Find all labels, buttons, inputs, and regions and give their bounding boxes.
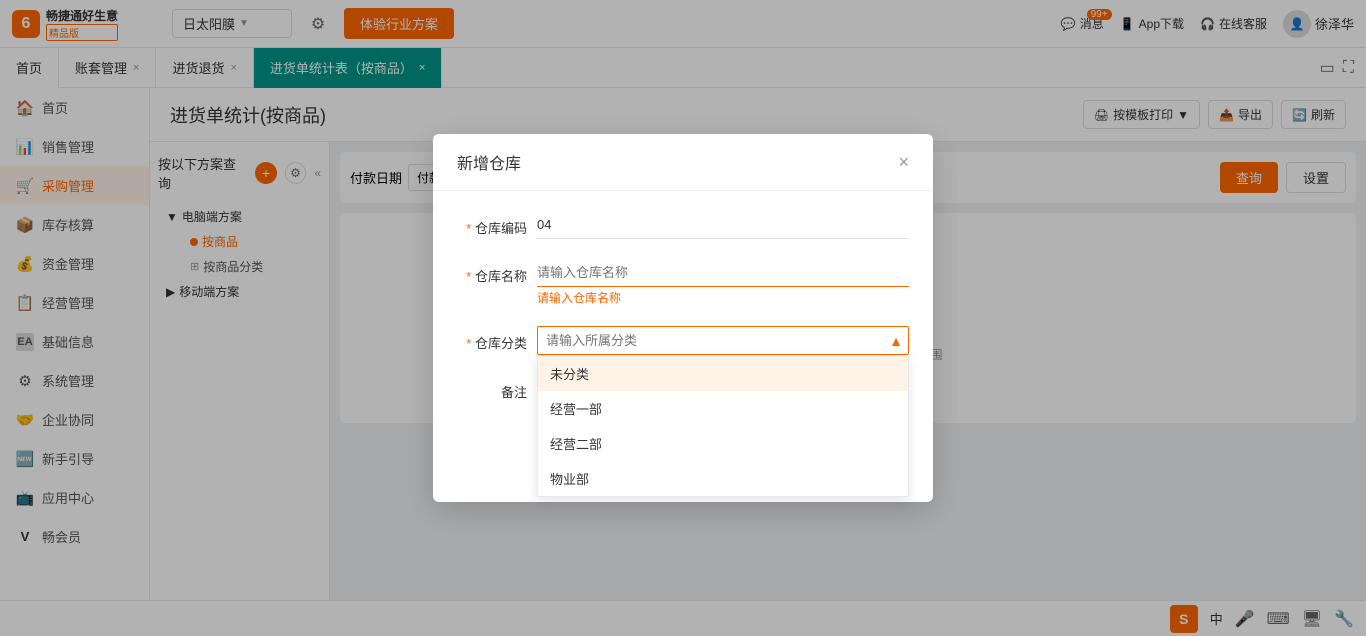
code-input[interactable] <box>537 211 909 239</box>
modal-add-warehouse: 新增仓库 × * 仓库编码 * 仓库名称 <box>433 134 933 502</box>
code-control <box>537 211 909 239</box>
modal-close-button[interactable]: × <box>898 152 909 173</box>
modal-title: 新增仓库 <box>457 150 521 174</box>
dropdown-option-dept1[interactable]: 经营一部 <box>538 391 908 426</box>
required-mark: * <box>466 221 471 236</box>
dropdown-arrow-icon[interactable]: ▲ <box>889 333 903 349</box>
modal-body: * 仓库编码 * 仓库名称 请输入仓库名称 <box>433 191 933 438</box>
name-input[interactable] <box>537 259 909 287</box>
category-input[interactable] <box>537 326 909 355</box>
dropdown-option-none[interactable]: 未分类 <box>538 356 908 391</box>
required-mark-name: * <box>466 269 471 284</box>
name-control: 请输入仓库名称 <box>537 259 909 306</box>
modal-header: 新增仓库 × <box>433 134 933 191</box>
category-dropdown-list: 未分类 经营一部 经营二部 物业部 <box>537 355 909 497</box>
required-mark-cat: * <box>466 336 471 351</box>
name-label: * 仓库名称 <box>457 259 537 285</box>
dropdown-option-dept2[interactable]: 经营二部 <box>538 426 908 461</box>
form-row-category: * 仓库分类 ▲ 未分类 经营一部 经营二部 物业部 <box>457 326 909 355</box>
note-label: 备注 <box>457 375 537 401</box>
code-label: * 仓库编码 <box>457 211 537 237</box>
form-row-name: * 仓库名称 请输入仓库名称 <box>457 259 909 306</box>
form-row-code: * 仓库编码 <box>457 211 909 239</box>
name-error-msg: 请输入仓库名称 <box>537 289 909 306</box>
modal-overlay[interactable]: 新增仓库 × * 仓库编码 * 仓库名称 <box>0 0 1366 636</box>
category-control: ▲ 未分类 经营一部 经营二部 物业部 <box>537 326 909 355</box>
dropdown-option-property[interactable]: 物业部 <box>538 461 908 496</box>
category-label: * 仓库分类 <box>457 326 537 352</box>
